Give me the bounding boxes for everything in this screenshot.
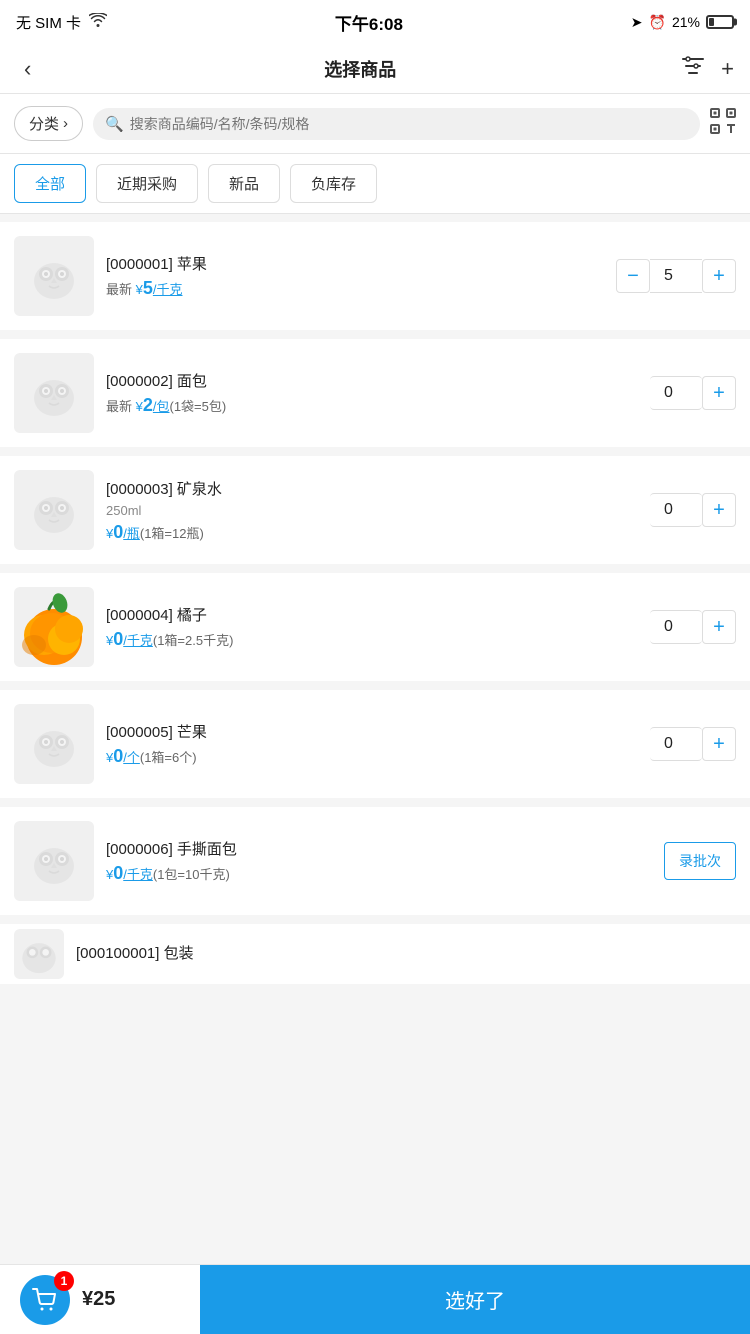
quantity-control-0000002: + [650,376,736,410]
increase-button[interactable]: + [702,376,736,410]
product-image-partial [14,929,64,979]
wifi-icon [89,13,107,31]
search-input[interactable] [130,116,688,132]
battery-percent: 21% [672,14,700,30]
back-button[interactable]: ‹ [16,48,39,90]
product-list: [0000001] 苹果 最新 ¥5/千克 − + [0,222,750,984]
product-info-0000004: [0000004] 橘子 ¥0/千克(1箱=2.5千克) [106,604,638,650]
quantity-input[interactable] [650,259,702,293]
product-name: [0000003] 矿泉水 [106,478,638,499]
table-row: [0000006] 手撕面包 ¥0/千克(1包=10千克) 录批次 [0,807,750,915]
product-image-0000004 [14,587,94,667]
quantity-control-0000003: + [650,493,736,527]
divider [0,331,750,339]
cart-icon[interactable]: 1 [20,1275,70,1325]
product-image-0000001 [14,236,94,316]
product-price: 最新 ¥2/包(1袋=5包) [106,395,638,416]
tab-recent[interactable]: 近期采购 [96,164,198,203]
quantity-input[interactable] [650,610,702,644]
table-row: [0000005] 芒果 ¥0/个(1箱=6个) + [0,690,750,798]
divider-top [0,214,750,222]
carrier-label: 无 SIM 卡 [16,12,81,33]
status-right: ➤ ⏰ 21% [631,14,734,31]
tab-all[interactable]: 全部 [14,164,86,203]
table-row: [000100001] 包装 [0,924,750,984]
quantity-control-0000001: − + [616,259,736,293]
filter-tabs: 全部 近期采购 新品 负库存 [0,154,750,214]
product-name: [0000006] 手撕面包 [106,838,652,859]
product-name: [0000005] 芒果 [106,721,638,742]
tab-new[interactable]: 新品 [208,164,280,203]
increase-button[interactable]: + [702,493,736,527]
category-button[interactable]: 分类 › [14,106,83,141]
page-title: 选择商品 [324,56,396,82]
cart-badge: 1 [54,1271,74,1291]
table-row: [0000004] 橘子 ¥0/千克(1箱=2.5千克) + [0,573,750,681]
product-image-0000005 [14,704,94,784]
product-price: ¥0/千克(1箱=2.5千克) [106,629,638,650]
product-image-0000006 [14,821,94,901]
search-box[interactable]: 🔍 [93,108,700,140]
product-spec: 250ml [106,503,638,518]
product-info-partial: [000100001] 包装 [76,942,736,967]
product-price: 最新 ¥5/千克 [106,278,604,299]
table-row: [0000002] 面包 最新 ¥2/包(1袋=5包) + [0,339,750,447]
divider [0,448,750,456]
divider [0,682,750,690]
alarm-icon: ⏰ [649,14,666,31]
decrease-button[interactable]: − [616,259,650,293]
scan-icon[interactable] [710,108,736,140]
product-info-0000001: [0000001] 苹果 最新 ¥5/千克 [106,253,604,299]
increase-button[interactable]: + [702,259,736,293]
add-button[interactable]: + [721,56,734,82]
product-name: [0000001] 苹果 [106,253,604,274]
product-image-0000003 [14,470,94,550]
table-row: [0000001] 苹果 最新 ¥5/千克 − + [0,222,750,330]
location-icon: ➤ [631,14,643,31]
battery-icon [706,15,734,29]
divider [0,565,750,573]
product-price: ¥0/个(1箱=6个) [106,746,638,767]
nav-actions: + [681,55,734,83]
confirm-button[interactable]: 选好了 [200,1265,750,1334]
product-image-0000002 [14,353,94,433]
increase-button[interactable]: + [702,727,736,761]
bottom-bar: 1 ¥25 选好了 [0,1264,750,1334]
status-time: 下午6:08 [335,10,403,35]
toolbar: 分类 › 🔍 [0,94,750,154]
record-batch-button[interactable]: 录批次 [664,842,736,880]
cart-section: 1 ¥25 [0,1275,200,1325]
cart-total: ¥25 [82,1288,115,1311]
product-price: ¥0/千克(1包=10千克) [106,863,652,884]
nav-bar: ‹ 选择商品 + [0,44,750,94]
product-info-0000005: [0000005] 芒果 ¥0/个(1箱=6个) [106,721,638,767]
quantity-control-0000004: + [650,610,736,644]
product-name: [0000004] 橘子 [106,604,638,625]
product-info-0000006: [0000006] 手撕面包 ¥0/千克(1包=10千克) [106,838,652,884]
product-name: [000100001] 包装 [76,942,736,963]
tab-negative[interactable]: 负库存 [290,164,377,203]
increase-button[interactable]: + [702,610,736,644]
table-row: [0000003] 矿泉水 250ml ¥0/瓶(1箱=12瓶) + [0,456,750,564]
divider [0,799,750,807]
quantity-input[interactable] [650,493,702,527]
product-info-0000002: [0000002] 面包 最新 ¥2/包(1袋=5包) [106,370,638,416]
product-price: ¥0/瓶(1箱=12瓶) [106,522,638,543]
filter-icon[interactable] [681,55,705,83]
category-label: 分类 [29,113,59,134]
status-bar: 无 SIM 卡 下午6:08 ➤ ⏰ 21% [0,0,750,44]
quantity-input[interactable] [650,376,702,410]
category-chevron: › [63,115,68,132]
divider [0,916,750,924]
search-icon: 🔍 [105,115,124,133]
status-left: 无 SIM 卡 [16,12,107,33]
quantity-input[interactable] [650,727,702,761]
product-info-0000003: [0000003] 矿泉水 250ml ¥0/瓶(1箱=12瓶) [106,478,638,543]
product-name: [0000002] 面包 [106,370,638,391]
quantity-control-0000005: + [650,727,736,761]
